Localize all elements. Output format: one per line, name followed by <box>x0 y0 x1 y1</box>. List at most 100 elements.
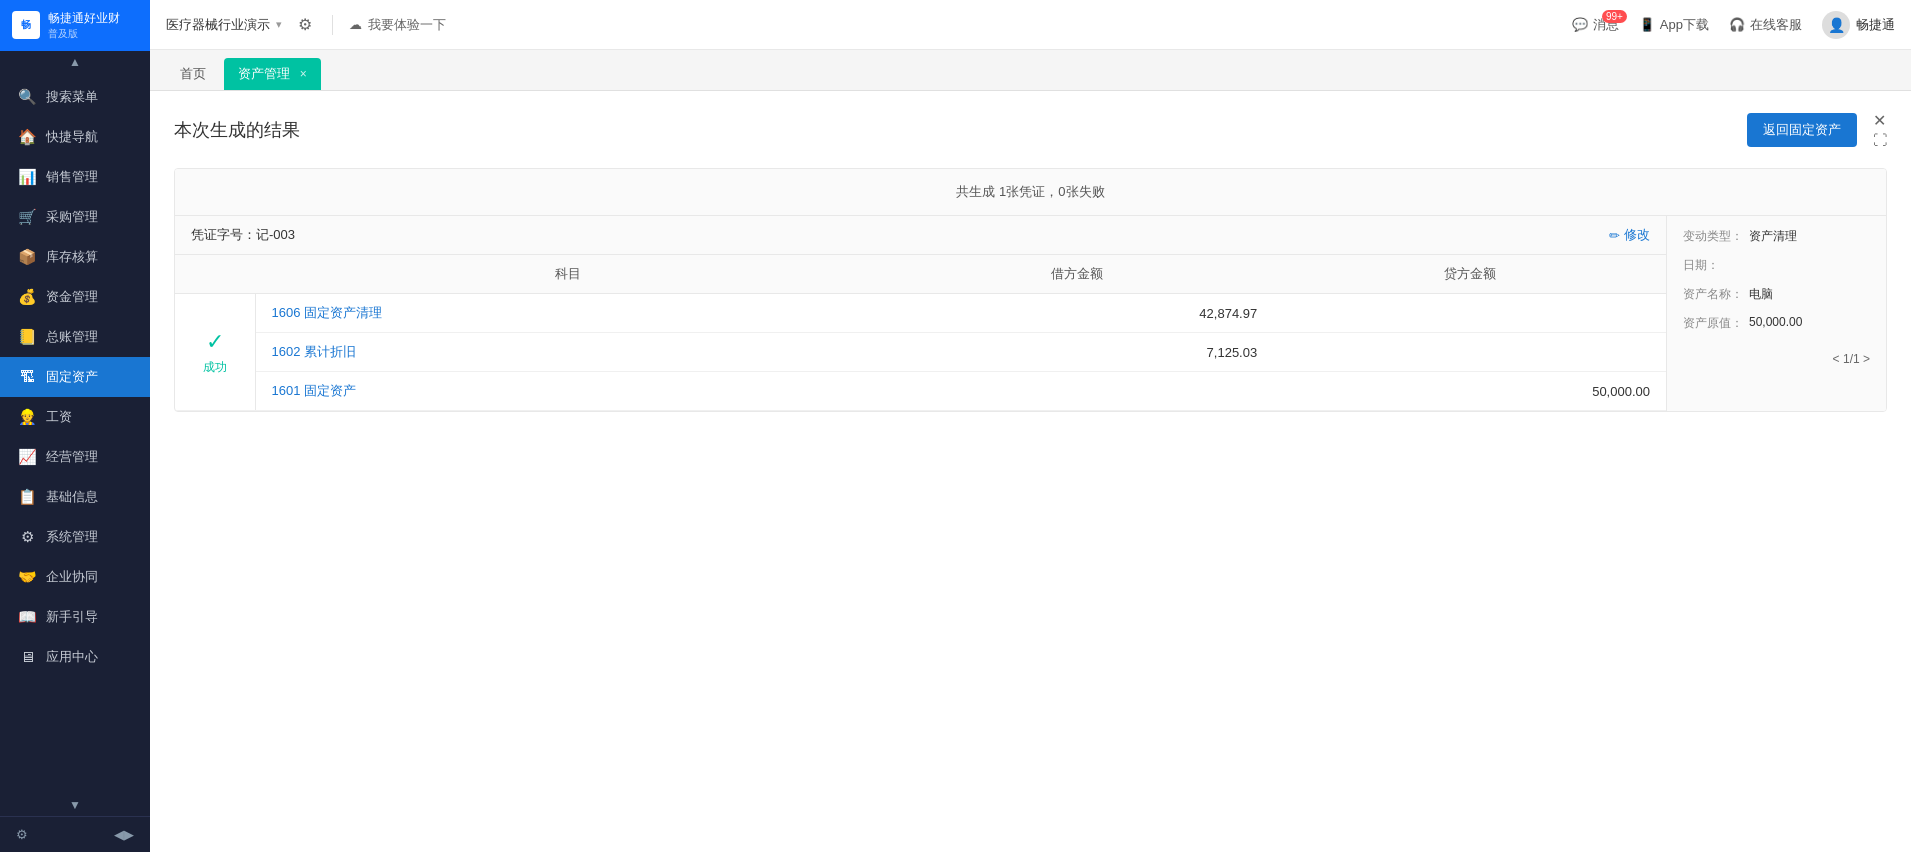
salary-icon: 👷 <box>18 408 36 426</box>
return-button[interactable]: 返回固定资产 <box>1747 113 1857 147</box>
experience-button[interactable]: ☁ 我要体验一下 <box>349 16 446 34</box>
sidebar-scroll-down[interactable]: ▼ <box>0 794 150 816</box>
inventory-icon: 📦 <box>18 248 36 266</box>
sidebar-item-label: 销售管理 <box>46 168 98 186</box>
workspace-selector[interactable]: 医疗器械行业演示 ▾ <box>166 16 282 34</box>
sidebar-item-sales[interactable]: 📊 销售管理 <box>0 157 150 197</box>
finance-icon: 💰 <box>18 288 36 306</box>
change-type-row: 变动类型： 资产清理 <box>1683 228 1870 245</box>
success-text: 成功 <box>191 359 239 376</box>
sidebar-item-operation[interactable]: 📈 经营管理 <box>0 437 150 477</box>
download-icon: 📱 <box>1639 17 1655 32</box>
fixed-assets-icon: 🏗 <box>18 368 36 385</box>
user-menu[interactable]: 👤 畅捷通 <box>1822 11 1895 39</box>
sidebar-item-salary[interactable]: 👷 工资 <box>0 397 150 437</box>
app-download-label: App下载 <box>1660 16 1709 34</box>
basic-info-icon: 📋 <box>18 488 36 506</box>
topbar-divider <box>332 15 333 35</box>
table-header-row: 科目 借方金额 贷方金额 <box>175 255 1666 294</box>
sidebar-header: 畅 畅捷通好业财 普及版 <box>0 0 150 51</box>
next-page-btn[interactable]: > <box>1863 352 1870 366</box>
collapse-icon[interactable]: ◀▶ <box>114 827 134 842</box>
tab-close-icon[interactable]: × <box>300 67 307 81</box>
app-download-button[interactable]: 📱 App下载 <box>1639 16 1709 34</box>
settings-icon[interactable]: ⚙ <box>16 827 28 842</box>
sales-icon: 📊 <box>18 168 36 186</box>
credit-cell <box>1273 333 1666 372</box>
app-logo: 畅 <box>12 11 40 39</box>
username: 畅捷通 <box>1856 16 1895 34</box>
sidebar-item-fixed-assets[interactable]: 🏗 固定资产 <box>0 357 150 397</box>
sidebar-item-label: 快捷导航 <box>46 128 98 146</box>
sidebar-item-basic-info[interactable]: 📋 基础信息 <box>0 477 150 517</box>
cooperation-icon: 🤝 <box>18 568 36 586</box>
sidebar-item-label: 总账管理 <box>46 328 98 346</box>
sidebar-item-cooperation[interactable]: 🤝 企业协同 <box>0 557 150 597</box>
sidebar-item-label: 应用中心 <box>46 648 98 666</box>
online-service-button[interactable]: 🎧 在线客服 <box>1729 16 1802 34</box>
sidebar-item-label: 企业协同 <box>46 568 98 586</box>
sidebar-item-purchase[interactable]: 🛒 采购管理 <box>0 197 150 237</box>
edit-button[interactable]: ✏ 修改 <box>1609 226 1650 244</box>
voucher-number: 凭证字号：记-003 <box>191 226 295 244</box>
workspace-name: 医疗器械行业演示 <box>166 16 270 34</box>
debit-cell: 42,874.97 <box>880 294 1273 333</box>
subject-cell: 1601 固定资产 <box>255 372 880 411</box>
sidebar-item-ledger[interactable]: 📒 总账管理 <box>0 317 150 357</box>
avatar: 👤 <box>1822 11 1850 39</box>
sidebar-item-guide[interactable]: 📖 新手引导 <box>0 597 150 637</box>
sidebar-item-label: 经营管理 <box>46 448 98 466</box>
messages-button[interactable]: 💬 消息 99+ <box>1572 16 1619 34</box>
message-icon: 💬 <box>1572 17 1588 32</box>
online-service-label: 在线客服 <box>1750 16 1802 34</box>
edit-icon: ✏ <box>1609 228 1620 243</box>
info-panel: 变动类型： 资产清理 日期： 资产名称： 电脑 资产原值： 50,000.00 <box>1666 216 1886 411</box>
sidebar-item-search[interactable]: 🔍 搜索菜单 <box>0 77 150 117</box>
subject-cell: 1602 累计折旧 <box>255 333 880 372</box>
sidebar-item-quick-nav[interactable]: 🏠 快捷导航 <box>0 117 150 157</box>
sidebar-item-finance[interactable]: 💰 资金管理 <box>0 277 150 317</box>
topbar-right: 💬 消息 99+ 📱 App下载 🎧 在线客服 👤 畅捷通 <box>1572 11 1895 39</box>
sidebar-scroll-up[interactable]: ▲ <box>0 51 150 73</box>
sidebar-item-label: 采购管理 <box>46 208 98 226</box>
sidebar-item-label: 新手引导 <box>46 608 98 626</box>
sidebar-item-inventory[interactable]: 📦 库存核算 <box>0 237 150 277</box>
main-area: 医疗器械行业演示 ▾ ⚙ ☁ 我要体验一下 💬 消息 99+ 📱 App下载 🎧… <box>150 0 1911 852</box>
close-icon[interactable]: ✕ <box>1873 111 1887 130</box>
sidebar-item-label: 基础信息 <box>46 488 98 506</box>
app-center-icon: 🖥 <box>18 648 36 665</box>
experience-label: 我要体验一下 <box>368 16 446 34</box>
debit-cell <box>880 372 1273 411</box>
tab-asset-management[interactable]: 资产管理 × <box>224 58 321 90</box>
ledger-icon: 📒 <box>18 328 36 346</box>
original-value-row: 资产原值： 50,000.00 <box>1683 315 1870 332</box>
change-type-label: 变动类型： <box>1683 228 1743 245</box>
gear-icon[interactable]: ⚙ <box>294 11 316 38</box>
page-content: 本次生成的结果 返回固定资产 ✕ ⛶ 共生成 1张凭证，0张失败 凭证字号：记-… <box>150 91 1911 852</box>
debit-col-header: 借方金额 <box>880 255 1273 294</box>
operation-icon: 📈 <box>18 448 36 466</box>
sidebar-item-label: 库存核算 <box>46 248 98 266</box>
page-title: 本次生成的结果 <box>174 118 300 142</box>
expand-icon[interactable]: ⛶ <box>1873 132 1887 148</box>
asset-name-label: 资产名称： <box>1683 286 1743 303</box>
voucher-table: 科目 借方金额 贷方金额 ✓ 成功 1606 固定资 <box>175 255 1666 411</box>
page-header: 本次生成的结果 返回固定资产 ✕ ⛶ <box>174 111 1887 148</box>
prev-page-btn[interactable]: < <box>1833 352 1840 366</box>
change-type-value: 资产清理 <box>1749 228 1797 245</box>
edit-label: 修改 <box>1624 226 1650 244</box>
original-value-value: 50,000.00 <box>1749 315 1802 332</box>
sidebar-item-system[interactable]: ⚙ 系统管理 <box>0 517 150 557</box>
voucher-header: 凭证字号：记-003 ✏ 修改 <box>175 216 1666 255</box>
page-indicator: 1/1 <box>1843 352 1863 366</box>
sidebar-item-app-center[interactable]: 🖥 应用中心 <box>0 637 150 677</box>
table-row: 1601 固定资产 50,000.00 <box>175 372 1666 411</box>
pagination: < 1/1 > <box>1683 344 1870 366</box>
original-value-label: 资产原值： <box>1683 315 1743 332</box>
tabbar: 首页 资产管理 × <box>150 50 1911 91</box>
tab-home[interactable]: 首页 <box>166 58 220 90</box>
subject-col-header: 科目 <box>255 255 880 294</box>
credit-cell: 50,000.00 <box>1273 372 1666 411</box>
sidebar: 畅 畅捷通好业财 普及版 ▲ 🔍 搜索菜单 🏠 快捷导航 📊 销售管理 🛒 采购… <box>0 0 150 852</box>
app-title: 畅捷通好业财 <box>48 10 120 27</box>
